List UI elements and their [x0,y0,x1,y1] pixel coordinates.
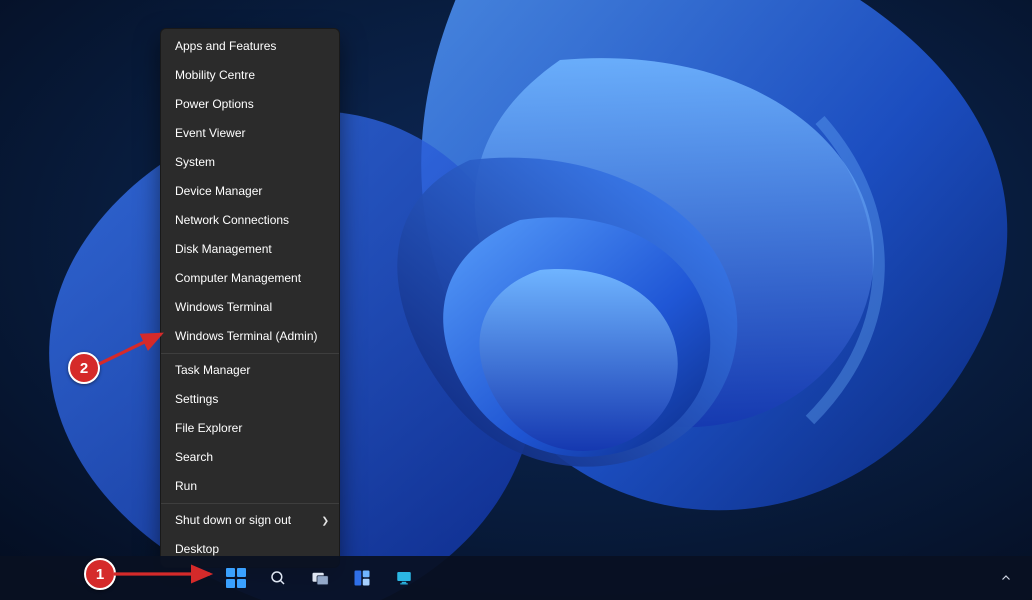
menu-item-label: Run [175,479,197,493]
search-button[interactable] [258,558,298,598]
menu-separator [161,503,339,504]
wallpaper-svg [0,0,1032,600]
menu-item-label: Windows Terminal [175,300,272,314]
menu-item-label: Task Manager [175,363,250,377]
power-menu-mobility-centre[interactable]: Mobility Centre [161,61,339,90]
menu-item-label: Windows Terminal (Admin) [175,329,317,343]
power-menu-power-options[interactable]: Power Options [161,90,339,119]
menu-item-label: Settings [175,392,218,406]
menu-item-label: Mobility Centre [175,68,255,82]
menu-item-label: Computer Management [175,271,301,285]
power-menu-device-manager[interactable]: Device Manager [161,177,339,206]
task-view-icon [311,569,329,587]
widgets-icon [353,569,371,587]
menu-item-label: File Explorer [175,421,242,435]
power-menu-windows-terminal-admin[interactable]: Windows Terminal (Admin) [161,322,339,351]
power-menu-system[interactable]: System [161,148,339,177]
annotation-marker-1-label: 1 [96,566,104,583]
search-icon [269,569,287,587]
chevron-up-icon [1000,572,1012,584]
annotation-marker-2-label: 2 [80,360,88,377]
menu-item-label: Network Connections [175,213,289,227]
menu-item-label: Power Options [175,97,254,111]
desktop-wallpaper [0,0,1032,600]
annotation-marker-2: 2 [68,352,100,384]
power-menu-computer-management[interactable]: Computer Management [161,264,339,293]
menu-item-label: Search [175,450,213,464]
power-menu-run[interactable]: Run [161,472,339,501]
show-hidden-icons-button[interactable] [990,556,1022,600]
power-menu-event-viewer[interactable]: Event Viewer [161,119,339,148]
menu-item-label: Disk Management [175,242,272,256]
power-menu-file-explorer[interactable]: File Explorer [161,414,339,443]
power-menu-disk-management[interactable]: Disk Management [161,235,339,264]
chevron-right-icon: ❯ [321,506,329,535]
widgets-button[interactable] [342,558,382,598]
taskbar-icons [216,556,424,600]
menu-item-label: Apps and Features [175,39,276,53]
power-menu-shut-down-or-sign-out[interactable]: Shut down or sign out ❯ [161,506,339,535]
power-menu-settings[interactable]: Settings [161,385,339,414]
taskbar [0,556,1032,600]
power-user-menu: Apps and Features Mobility Centre Power Op… [160,28,340,568]
menu-separator [161,353,339,354]
menu-item-label: Shut down or sign out [175,513,291,527]
power-menu-windows-terminal[interactable]: Windows Terminal [161,293,339,322]
monitor-button[interactable] [384,558,424,598]
power-menu-apps-and-features[interactable]: Apps and Features [161,32,339,61]
start-button[interactable] [216,558,256,598]
menu-item-label: Device Manager [175,184,262,198]
monitor-icon [395,569,413,587]
task-view-button[interactable] [300,558,340,598]
windows-logo-icon [226,568,246,588]
power-menu-task-manager[interactable]: Task Manager [161,356,339,385]
power-menu-network-connections[interactable]: Network Connections [161,206,339,235]
power-menu-search[interactable]: Search [161,443,339,472]
menu-item-label: Event Viewer [175,126,245,140]
menu-item-label: System [175,155,215,169]
menu-item-label: Desktop [175,542,219,556]
annotation-marker-1: 1 [84,558,116,590]
